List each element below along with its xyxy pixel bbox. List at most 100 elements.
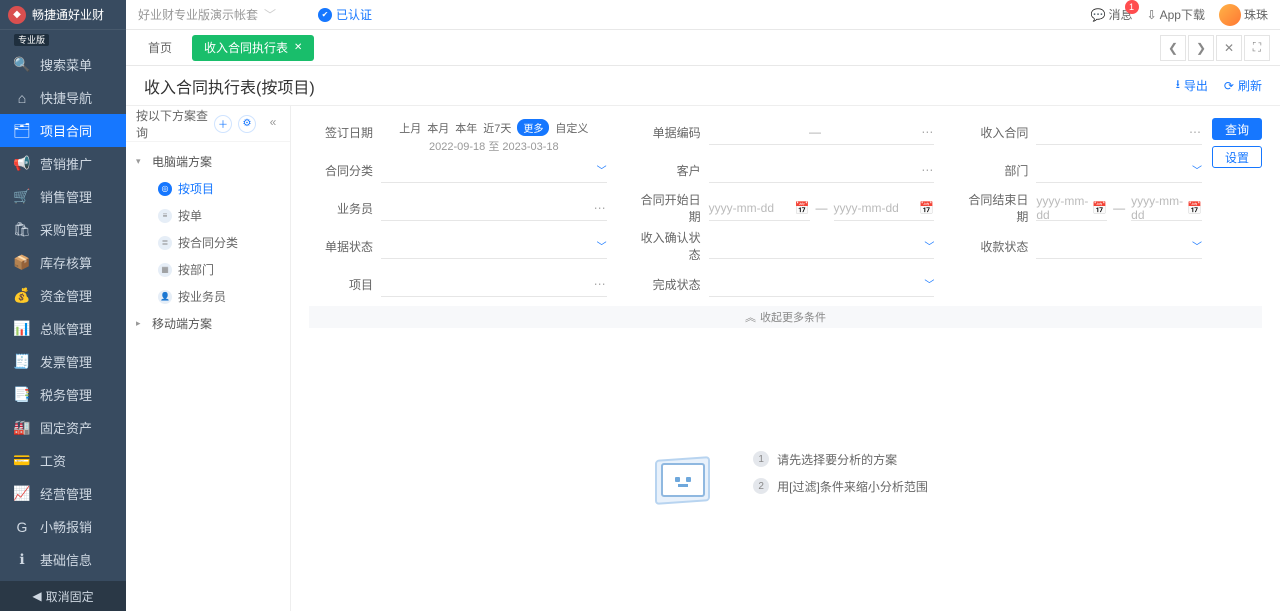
date-pill-4[interactable]: 更多 xyxy=(517,119,549,136)
complete-state-select[interactable]: ﹀ xyxy=(709,271,935,297)
caret-right-icon: ▸ xyxy=(136,318,146,329)
bill-state-select[interactable]: ﹀ xyxy=(381,233,607,259)
nav: 🔍搜索菜单⌂快捷导航🗂项目合同📢营销推广🛒销售管理🛍采购管理📦库存核算💰资金管理… xyxy=(0,48,126,581)
scheme-item-0[interactable]: ◎按项目 xyxy=(126,175,290,202)
chevron-down-icon: ﹀ xyxy=(1192,162,1202,177)
date-pill-1[interactable]: 本月 xyxy=(427,120,449,136)
tree-group-mobile[interactable]: ▸ 移动端方案 xyxy=(126,310,290,337)
nav-item-15[interactable]: ℹ基础信息 xyxy=(0,543,126,576)
nav-icon: 🗂 xyxy=(14,122,30,139)
nav-item-11[interactable]: 🏭固定资产 xyxy=(0,411,126,444)
right-panel: 查询 设置 签订日期 上月本月本年近7天更多自定义 2022-09-18 至 2… xyxy=(291,106,1280,611)
start-date-from[interactable]: yyyy-mm-dd📅 xyxy=(709,195,810,221)
more-icon: ⋯ xyxy=(594,277,607,291)
tree-group-desktop[interactable]: ▾ 电脑端方案 xyxy=(126,148,290,175)
collapse-filters-button[interactable]: ︽ 收起更多条件 xyxy=(309,306,1262,328)
scheme-icon: 👤 xyxy=(158,290,172,304)
tabs-close-button[interactable]: ✕ xyxy=(1216,35,1242,61)
settings-button[interactable]: 设置 xyxy=(1212,146,1262,168)
filter-start-date: 合同开始日期 yyyy-mm-dd📅 — yyyy-mm-dd📅 xyxy=(637,194,935,222)
contract-category-select[interactable]: ﹀ xyxy=(381,157,607,183)
filter-bill-code: 单据编码 — ⋯ xyxy=(637,118,935,146)
calendar-icon: 📅 xyxy=(919,201,934,215)
nav-item-7[interactable]: 💰资金管理 xyxy=(0,279,126,312)
collapse-panel-button[interactable]: « xyxy=(266,115,280,129)
nav-item-9[interactable]: 🧾发票管理 xyxy=(0,345,126,378)
nav-icon: 🛍 xyxy=(14,221,30,238)
unpin-button[interactable]: ◀ 取消固定 xyxy=(0,581,126,611)
scheme-settings-button[interactable]: ⚙ xyxy=(238,115,256,133)
nav-item-5[interactable]: 🛍采购管理 xyxy=(0,213,126,246)
nav-item-2[interactable]: 🗂项目合同 xyxy=(0,114,126,147)
scheme-item-2[interactable]: ≣按合同分类 xyxy=(126,229,290,256)
customer-input[interactable]: ⋯ xyxy=(709,157,935,183)
message-icon: 💬 xyxy=(1091,8,1106,22)
nav-icon: ⌂ xyxy=(14,90,30,106)
tabs-fullscreen-button[interactable]: ⛶ xyxy=(1244,35,1270,61)
query-button[interactable]: 查询 xyxy=(1212,118,1262,140)
tab-home[interactable]: 首页 xyxy=(136,35,184,61)
bill-code-input[interactable]: — ⋯ xyxy=(709,119,935,145)
nav-icon: 🧾 xyxy=(14,353,30,370)
more-icon: ⋯ xyxy=(594,201,607,215)
topbar: 好业财专业版演示帐套 ﹀ ✔ 已认证 💬 消息 1 ⇩ App下载 xyxy=(126,0,1280,30)
nav-icon: 📊 xyxy=(14,320,30,337)
pay-state-select[interactable]: ﹀ xyxy=(1036,233,1202,259)
nav-icon: 📑 xyxy=(14,386,30,403)
content: 按以下方案查询 ＋ ⚙ « ▾ 电脑端方案 ◎按项目≡按单≣按合同分类▦按部门👤… xyxy=(126,106,1280,611)
refresh-button[interactable]: ⟳ 刷新 xyxy=(1224,77,1262,94)
empty-step-2: 2 用[过滤]条件来缩小分析范围 xyxy=(753,478,928,495)
nav-item-4[interactable]: 🛒销售管理 xyxy=(0,180,126,213)
page-title: 收入合同执行表(按项目) xyxy=(144,74,315,98)
project-input[interactable]: ⋯ xyxy=(381,271,607,297)
tenant-select[interactable]: 好业财专业版演示帐套 ﹀ xyxy=(138,6,308,23)
chevron-down-icon: ﹀ xyxy=(597,238,607,253)
nav-item-13[interactable]: 📈经营管理 xyxy=(0,477,126,510)
app-logo-icon: ◆ xyxy=(8,6,26,24)
filter-contract-category: 合同分类 ﹀ xyxy=(309,156,607,184)
revenue-confirm-select[interactable]: ﹀ xyxy=(709,233,935,259)
nav-item-14[interactable]: G小畅报销 xyxy=(0,510,126,543)
edition-badge: 专业版 xyxy=(14,34,49,46)
collapse-up-icon: ︽ xyxy=(745,309,756,325)
nav-icon: 📦 xyxy=(14,254,30,271)
scheme-item-1[interactable]: ≡按单 xyxy=(126,202,290,229)
tab-revenue-contract[interactable]: 收入合同执行表 ✕ xyxy=(192,35,314,61)
chevron-down-icon: ﹀ xyxy=(924,276,934,291)
chevron-down-icon: ﹀ xyxy=(1192,238,1202,253)
date-pill-0[interactable]: 上月 xyxy=(399,120,421,136)
close-icon[interactable]: ✕ xyxy=(294,42,302,53)
date-pill-5[interactable]: 自定义 xyxy=(555,120,588,136)
shield-icon: ✔ xyxy=(318,8,332,22)
tabs-prev-button[interactable]: ❮ xyxy=(1160,35,1186,61)
tabs-next-button[interactable]: ❯ xyxy=(1188,35,1214,61)
nav-item-12[interactable]: 💳工资 xyxy=(0,444,126,477)
date-pill-2[interactable]: 本年 xyxy=(455,120,477,136)
date-pill-3[interactable]: 近7天 xyxy=(483,120,511,136)
nav-item-0[interactable]: 🔍搜索菜单 xyxy=(0,48,126,81)
nav-icon: 🛒 xyxy=(14,188,30,205)
app-download-button[interactable]: ⇩ App下载 xyxy=(1147,6,1205,23)
filter-salesperson: 业务员 ⋯ xyxy=(309,194,607,222)
start-date-to[interactable]: yyyy-mm-dd📅 xyxy=(834,195,935,221)
app-name: 畅捷通好业财 xyxy=(32,6,104,23)
user-menu[interactable]: 珠珠 xyxy=(1219,4,1268,26)
dept-select[interactable]: ﹀ xyxy=(1036,157,1202,183)
scheme-item-3[interactable]: ▦按部门 xyxy=(126,256,290,283)
export-button[interactable]: ⭳ 导出 xyxy=(1176,75,1208,96)
nav-icon: 💳 xyxy=(14,452,30,469)
nav-item-6[interactable]: 📦库存核算 xyxy=(0,246,126,279)
nav-item-3[interactable]: 📢营销推广 xyxy=(0,147,126,180)
end-date-to[interactable]: yyyy-mm-dd📅 xyxy=(1131,195,1202,221)
sidebar: ◆ 畅捷通好业财 专业版 🔍搜索菜单⌂快捷导航🗂项目合同📢营销推广🛒销售管理🛍采… xyxy=(0,0,126,611)
filter-pay-state: 收款状态 ﹀ xyxy=(964,232,1262,260)
scheme-item-4[interactable]: 👤按业务员 xyxy=(126,283,290,310)
nav-item-10[interactable]: 📑税务管理 xyxy=(0,378,126,411)
nav-item-1[interactable]: ⌂快捷导航 xyxy=(0,81,126,114)
revenue-contract-input[interactable]: ⋯ xyxy=(1036,119,1202,145)
salesperson-input[interactable]: ⋯ xyxy=(381,195,607,221)
add-scheme-button[interactable]: ＋ xyxy=(214,115,232,133)
nav-item-8[interactable]: 📊总账管理 xyxy=(0,312,126,345)
messages-button[interactable]: 💬 消息 1 xyxy=(1091,6,1133,23)
end-date-from[interactable]: yyyy-mm-dd📅 xyxy=(1036,195,1107,221)
